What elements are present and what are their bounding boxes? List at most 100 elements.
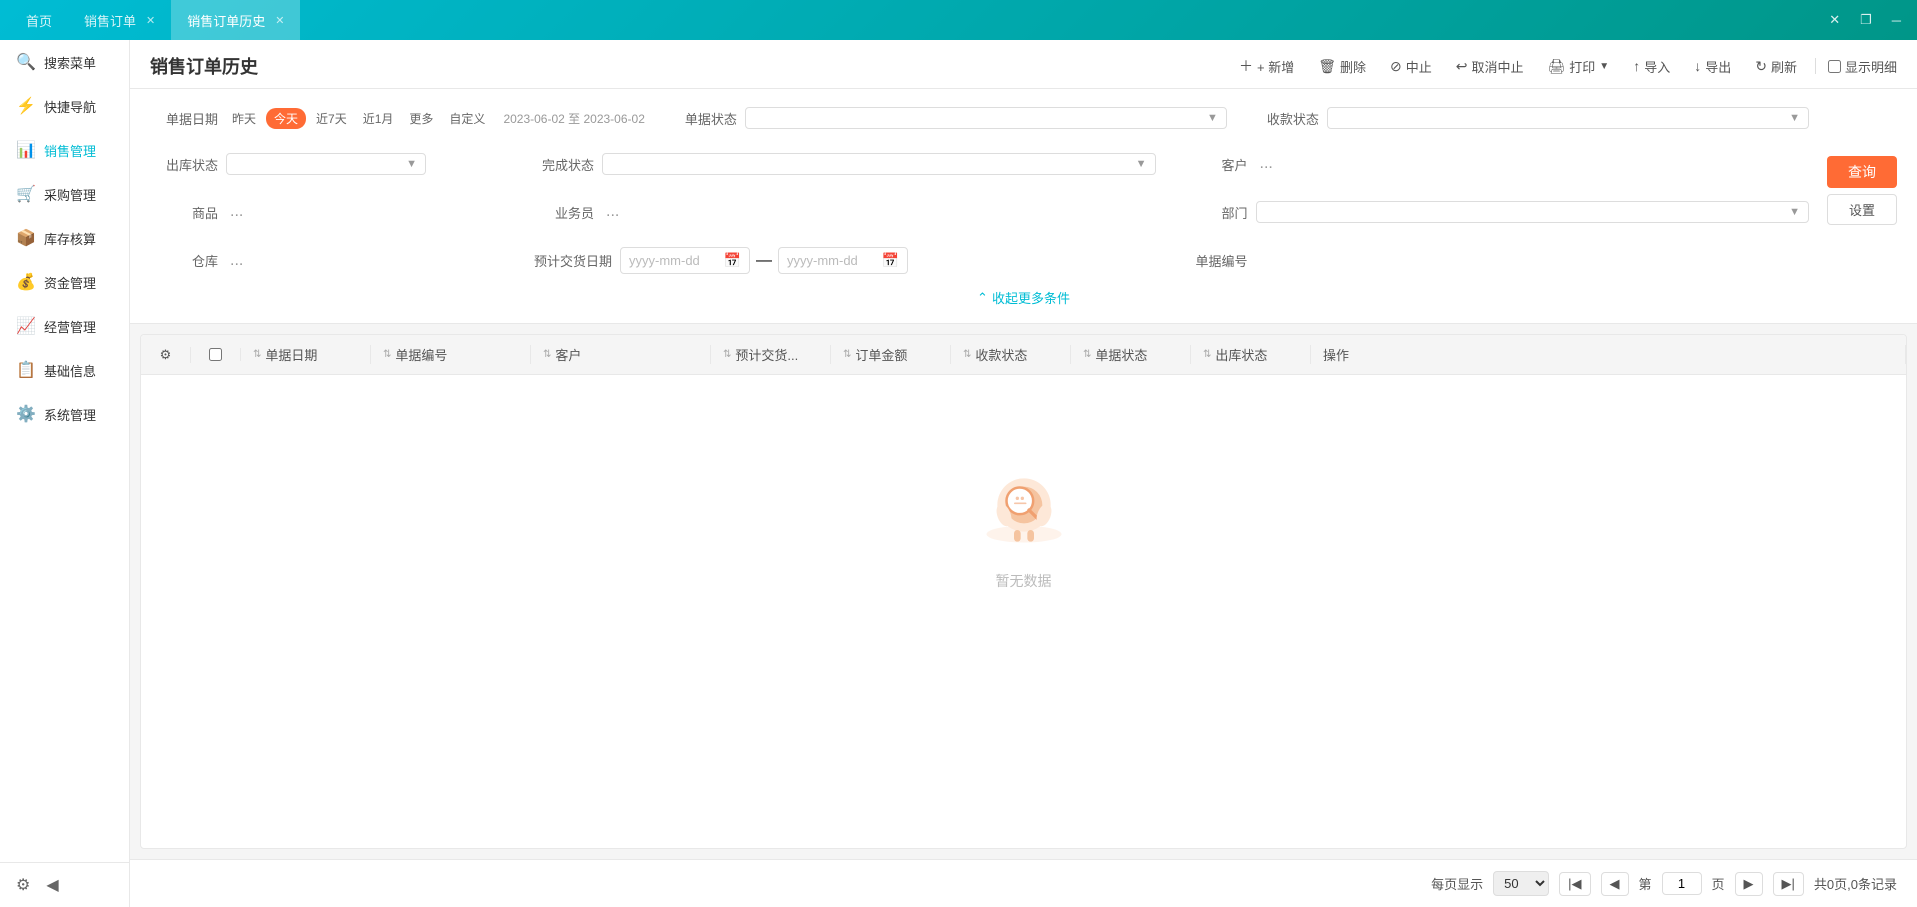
th-action: 操作 (1311, 345, 1906, 364)
out-status-sort-icon[interactable]: ⇅ (1203, 349, 1211, 360)
customer-sort-icon[interactable]: ⇅ (543, 349, 551, 360)
top-bar-minimize-btn[interactable]: ─ (1886, 11, 1907, 30)
sidebar-item-quick-nav[interactable]: ⚡ 快捷导航 (0, 84, 129, 128)
query-button[interactable]: 查询 (1827, 156, 1897, 188)
toolbar-divider (1815, 58, 1816, 74)
quick-nav-icon: ⚡ (16, 96, 36, 116)
delete-button[interactable]: 🗑 删除 (1312, 53, 1372, 80)
shortcut-1month[interactable]: 近1月 (357, 108, 400, 129)
filter-cell-warehouse: 仓库 ... (150, 242, 510, 280)
settings-button[interactable]: 设置 (1827, 194, 1897, 225)
shortcut-today[interactable]: 今天 (266, 108, 306, 129)
tab-sales-order[interactable]: 销售订单 ✕ (68, 0, 171, 40)
sidebar-settings-icon[interactable]: ⚙ (16, 875, 30, 895)
refresh-button[interactable]: ↻ 刷新 (1749, 53, 1803, 80)
sidebar-item-search-menu[interactable]: 🔍 搜索菜单 (0, 40, 129, 84)
stop-button[interactable]: ⊘ 中止 (1384, 53, 1438, 80)
delivery-sort-icon[interactable]: ⇅ (723, 349, 731, 360)
export-button[interactable]: ↓ 导出 (1688, 53, 1737, 80)
out-status-select[interactable]: ▼ (226, 153, 426, 175)
tab-home[interactable]: 首页 (10, 0, 68, 40)
sidebar-item-basic-info[interactable]: 📋 基础信息 (0, 348, 129, 392)
receipt-status-select[interactable]: ▼ (1327, 107, 1809, 129)
next-page-btn[interactable]: ▶ (1735, 872, 1763, 896)
sidebar-item-purchase-mgmt[interactable]: 🛒 采购管理 (0, 172, 129, 216)
th-customer-label: 客户 (555, 345, 581, 364)
sidebar-label-sales-mgmt: 销售管理 (44, 141, 96, 160)
filter-cell-salesperson: 业务员 ... (526, 193, 1164, 231)
amount-sort-icon[interactable]: ⇅ (843, 349, 851, 360)
complete-status-arrow: ▼ (1136, 158, 1147, 170)
shortcut-more[interactable]: 更多 (403, 108, 439, 129)
filter-table-wrapper: 单据日期 昨天 今天 近7天 近1月 更多 自定义 2023-06-02 至 2… (130, 89, 1917, 907)
th-settings[interactable]: ⚙ (141, 347, 191, 363)
filter-left: 单据日期 昨天 今天 近7天 近1月 更多 自定义 2023-06-02 至 2… (150, 101, 1817, 280)
complete-status-select[interactable]: ▼ (602, 153, 1156, 175)
first-page-btn[interactable]: |◀ (1559, 872, 1590, 896)
print-dropdown-icon[interactable]: ▼ (1599, 61, 1609, 72)
shortcut-yesterday[interactable]: 昨天 (226, 108, 262, 129)
th-amount-label: 订单金额 (855, 345, 907, 364)
date-separator: — (756, 252, 772, 270)
import-label: 导入 (1644, 57, 1670, 76)
tab-sales-order-history-close[interactable]: ✕ (275, 14, 284, 27)
sidebar-item-inventory[interactable]: 📦 库存核算 (0, 216, 129, 260)
doc-status-select[interactable]: ▼ (745, 107, 1227, 129)
collapse-button[interactable]: ⌃ 收起更多条件 (973, 284, 1074, 311)
print-button[interactable]: 🖨 打印 ▼ (1542, 53, 1616, 80)
last-page-btn[interactable]: ▶| (1773, 872, 1804, 896)
page-size-select[interactable]: 50 20 100 (1493, 871, 1549, 896)
total-text: 共0页,0条记录 (1814, 874, 1897, 893)
pay-status-sort-icon[interactable]: ⇅ (963, 349, 971, 360)
stop-icon: ⊘ (1390, 58, 1402, 75)
stop-label: 中止 (1406, 57, 1432, 76)
sidebar-item-sales-mgmt[interactable]: 📊 销售管理 (0, 128, 129, 172)
cancel-stop-button[interactable]: ↩ 取消中止 (1450, 53, 1530, 80)
th-checkbox[interactable] (191, 348, 241, 361)
filter-cell-doc-status: 单据状态 ▼ (669, 101, 1235, 135)
sidebar-bottom: ⚙ ◀ (0, 862, 129, 907)
tab-sales-order-history-label: 销售订单历史 (187, 11, 265, 30)
purchase-mgmt-icon: 🛒 (16, 184, 36, 204)
filter-row-1: 单据日期 昨天 今天 近7天 近1月 更多 自定义 2023-06-02 至 2… (150, 101, 1817, 135)
page-word: 第 (1639, 874, 1652, 893)
show-detail-checkbox-label[interactable]: 显示明细 (1828, 57, 1897, 76)
filter-actions: 查询 设置 (1817, 101, 1897, 280)
delete-icon: 🗑 (1318, 58, 1336, 75)
page-number-input[interactable] (1662, 872, 1702, 895)
date-shortcuts: 昨天 今天 近7天 近1月 更多 自定义 (226, 108, 491, 129)
top-bar-close-btn[interactable]: ✕ (1823, 10, 1846, 30)
doc-status-sort-icon[interactable]: ⇅ (1083, 349, 1091, 360)
tab-sales-order-label: 销售订单 (84, 11, 136, 30)
product-dots[interactable]: ... (226, 199, 247, 225)
top-bar-restore-btn[interactable]: ❐ (1854, 10, 1878, 30)
prev-page-btn[interactable]: ◀ (1601, 872, 1629, 896)
delivery-date-end-input[interactable]: yyyy-mm-dd 📅 (778, 247, 908, 274)
inventory-icon: 📦 (16, 228, 36, 248)
page-size-label: 每页显示 (1431, 874, 1483, 893)
warehouse-dots[interactable]: ... (226, 248, 247, 274)
delivery-date-start-input[interactable]: yyyy-mm-dd 📅 (620, 247, 750, 274)
sidebar-collapse-icon[interactable]: ◀ (46, 875, 58, 895)
delivery-date-label: 预计交货日期 (534, 251, 612, 270)
tab-sales-order-close[interactable]: ✕ (146, 14, 155, 27)
shortcut-7days[interactable]: 近7天 (310, 108, 353, 129)
select-all-checkbox[interactable] (209, 348, 222, 361)
shortcut-custom[interactable]: 自定义 (443, 108, 491, 129)
department-select[interactable]: ▼ (1256, 201, 1810, 223)
sidebar-item-finance[interactable]: 💰 资金管理 (0, 260, 129, 304)
doc-status-label: 单据状态 (677, 109, 737, 128)
date-sort-icon[interactable]: ⇅ (253, 349, 261, 360)
sidebar-item-operations[interactable]: 📈 经营管理 (0, 304, 129, 348)
sales-mgmt-icon: 📊 (16, 140, 36, 160)
salesperson-dots[interactable]: ... (602, 199, 623, 225)
customer-dots[interactable]: ... (1256, 151, 1277, 177)
sidebar-item-system-mgmt[interactable]: ⚙️ 系统管理 (0, 392, 129, 436)
tab-sales-order-history[interactable]: 销售订单历史 ✕ (171, 0, 300, 40)
add-button[interactable]: ＋ + 新增 (1233, 52, 1300, 80)
print-icon: 🖨 (1548, 58, 1566, 75)
show-detail-checkbox[interactable] (1828, 60, 1841, 73)
import-button[interactable]: ↑ 导入 (1627, 53, 1676, 80)
docno-sort-icon[interactable]: ⇅ (383, 349, 391, 360)
table-area: ⚙ ⇅ 单据日期 ⇅ 单据编号 ⇅ 客户 (140, 334, 1907, 849)
